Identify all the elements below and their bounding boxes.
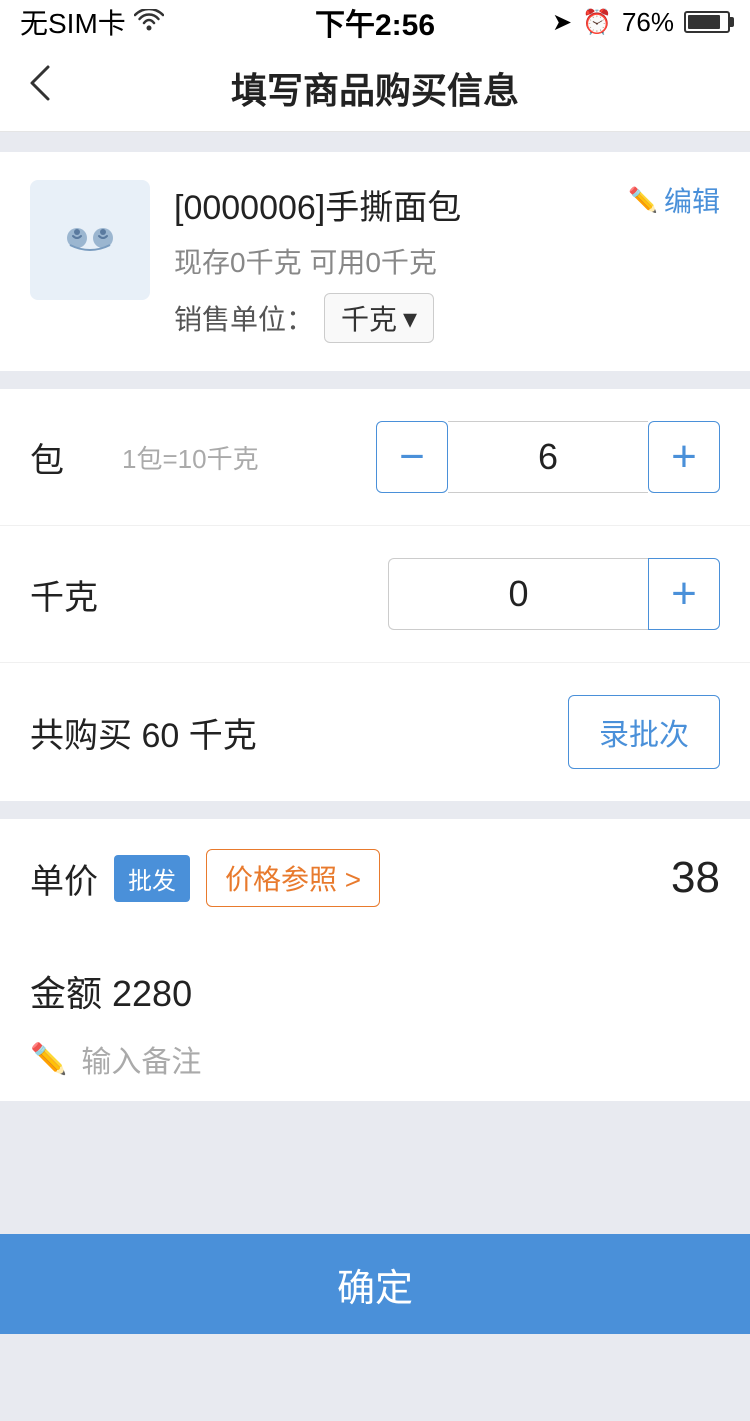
total-label: 共购买 60 千克 bbox=[30, 708, 257, 757]
alarm-icon: ⏰ bbox=[582, 8, 612, 37]
battery-percent: 76% bbox=[622, 7, 674, 38]
quantity-section: 包 1包=10千克 − + 千克 + bbox=[0, 389, 750, 663]
packs-row: 包 1包=10千克 − + bbox=[0, 389, 750, 526]
unit-value: 千克 bbox=[341, 298, 397, 338]
price-tag: 批发 bbox=[114, 855, 190, 902]
unit-label: 销售单位： bbox=[174, 298, 314, 338]
battery-icon bbox=[684, 11, 730, 33]
price-section: 单价 批发 价格参照 > 38 bbox=[0, 819, 750, 937]
status-time: 下午2:56 bbox=[315, 0, 435, 44]
separator-1 bbox=[0, 132, 750, 152]
status-right: ➤ ⏰ 76% bbox=[552, 7, 730, 38]
amount-section: 金额 2280 ✏️ 输入备注 bbox=[0, 937, 750, 1101]
kg-plus-icon: + bbox=[671, 569, 697, 619]
edit-button[interactable]: ✏️ 编辑 bbox=[628, 180, 720, 220]
kg-controls: + bbox=[388, 558, 720, 630]
back-button[interactable] bbox=[28, 63, 52, 113]
remark-label: 输入备注 bbox=[81, 1037, 201, 1081]
batch-button[interactable]: 录批次 bbox=[568, 695, 720, 769]
pencil-icon: ✏️ bbox=[30, 1042, 67, 1077]
packs-minus-button[interactable]: − bbox=[376, 421, 448, 493]
dropdown-icon: ▾ bbox=[403, 302, 417, 335]
minus-icon: − bbox=[399, 432, 425, 482]
price-ref-button[interactable]: 价格参照 > bbox=[206, 849, 380, 907]
product-unit-row: 销售单位： 千克 ▾ bbox=[174, 293, 720, 343]
packs-controls: − + bbox=[376, 421, 720, 493]
status-bar: 无SIM卡 下午2:56 ➤ ⏰ 76% bbox=[0, 0, 750, 44]
status-left: 无SIM卡 bbox=[20, 2, 164, 42]
separator-3 bbox=[0, 801, 750, 819]
kg-label: 千克 bbox=[30, 570, 110, 619]
edit-icon: ✏️ bbox=[628, 186, 658, 215]
amount-label: 金额 2280 bbox=[30, 965, 720, 1017]
confirm-bar[interactable]: 确定 bbox=[0, 1234, 750, 1334]
location-icon: ➤ bbox=[552, 8, 572, 37]
product-stock: 现存0千克 可用0千克 bbox=[174, 241, 720, 281]
remark-row[interactable]: ✏️ 输入备注 bbox=[30, 1037, 720, 1081]
price-value: 38 bbox=[671, 853, 720, 903]
confirm-button[interactable]: 确定 bbox=[337, 1257, 413, 1312]
kg-row: 千克 + bbox=[0, 526, 750, 663]
product-card: [0000006]手撕面包 现存0千克 可用0千克 销售单位： 千克 ▾ ✏️ … bbox=[0, 152, 750, 371]
packs-plus-button[interactable]: + bbox=[648, 421, 720, 493]
carrier-text: 无SIM卡 bbox=[20, 2, 126, 42]
unit-selector[interactable]: 千克 ▾ bbox=[324, 293, 434, 343]
separator-2 bbox=[0, 371, 750, 389]
price-label: 单价 bbox=[30, 854, 98, 903]
price-ref-label: 价格参照 > bbox=[225, 858, 361, 898]
total-row: 共购买 60 千克 录批次 bbox=[0, 663, 750, 801]
plus-icon: + bbox=[671, 432, 697, 482]
page-title: 填写商品购买信息 bbox=[231, 62, 519, 114]
edit-label: 编辑 bbox=[664, 180, 720, 220]
wifi-icon bbox=[134, 6, 164, 38]
kg-input[interactable] bbox=[388, 558, 648, 630]
packs-input[interactable] bbox=[448, 421, 648, 493]
packs-label: 包 bbox=[30, 433, 110, 482]
kg-plus-button[interactable]: + bbox=[648, 558, 720, 630]
packs-hint: 1包=10千克 bbox=[122, 439, 376, 476]
product-thumbnail bbox=[30, 180, 150, 300]
nav-bar: 填写商品购买信息 bbox=[0, 44, 750, 132]
